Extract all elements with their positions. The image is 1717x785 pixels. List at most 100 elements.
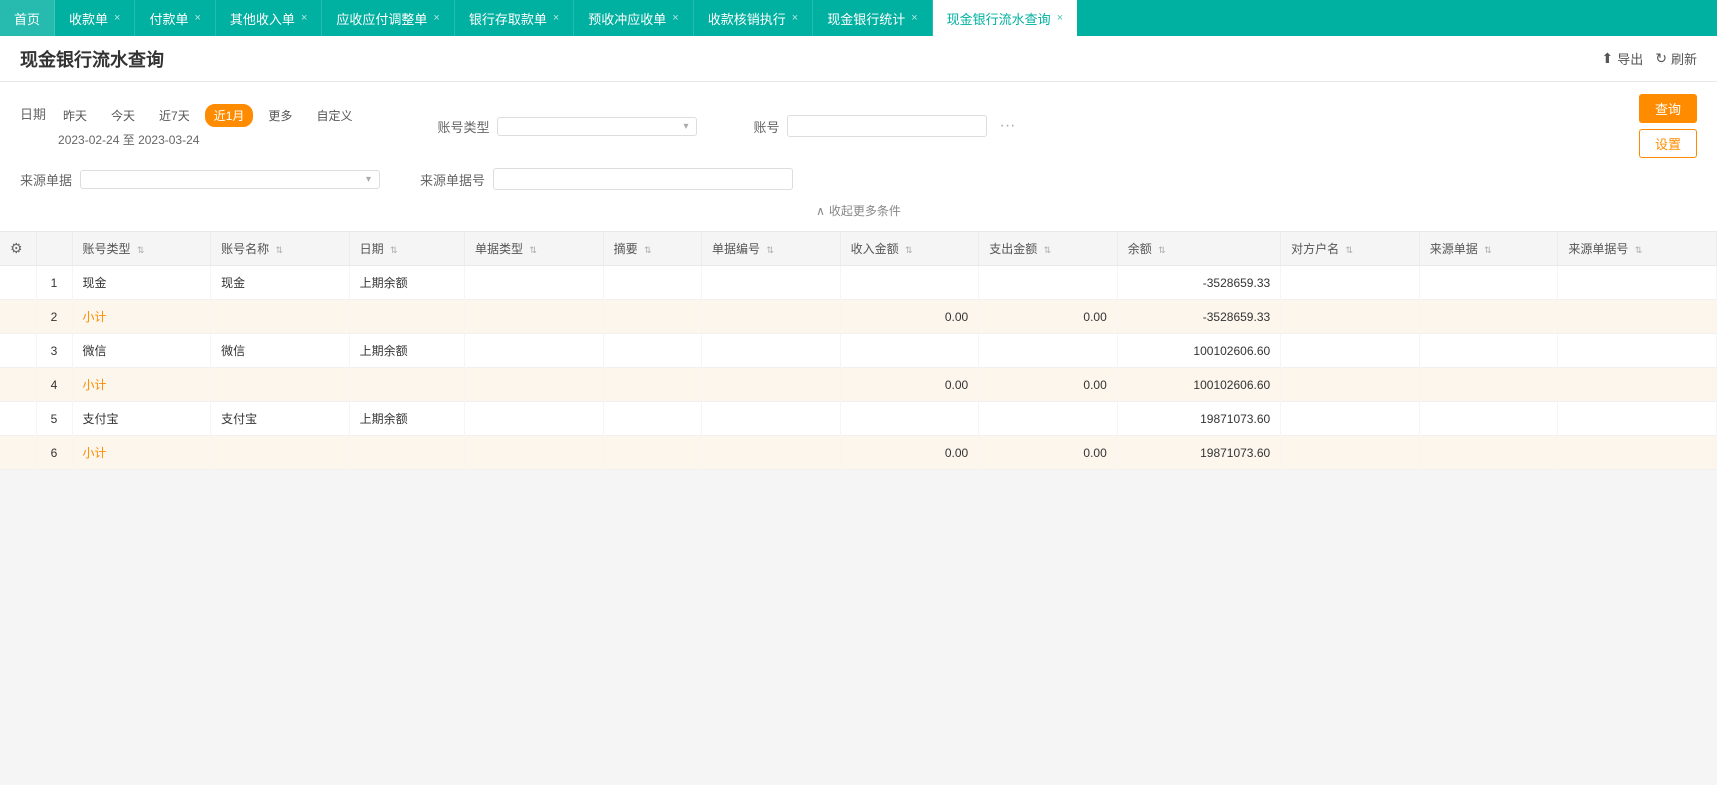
cell-doc-no bbox=[702, 266, 841, 300]
table-row: 1现金现金上期余额-3528659.33 bbox=[0, 266, 1717, 300]
cell-date: 上期余额 bbox=[349, 402, 464, 436]
cell-balance: 19871073.60 bbox=[1117, 436, 1280, 470]
cell-summary bbox=[603, 300, 701, 334]
cell-doc-type bbox=[465, 300, 604, 334]
export-icon: ⬆ bbox=[1602, 50, 1614, 67]
cell-account-type: 现金 bbox=[72, 266, 211, 300]
cell-expense: 0.00 bbox=[979, 300, 1118, 334]
nav-bank-deposit-close[interactable]: × bbox=[553, 12, 559, 24]
cell-summary bbox=[603, 334, 701, 368]
date-today[interactable]: 今天 bbox=[102, 104, 144, 127]
nav-cash-bank-stats-label: 现金银行统计 bbox=[827, 9, 905, 28]
cell-source-doc bbox=[1419, 368, 1558, 402]
cell-account-type: 小计 bbox=[72, 368, 211, 402]
cell-date bbox=[349, 368, 464, 402]
cell-source-doc bbox=[1419, 334, 1558, 368]
cell-source-doc-no bbox=[1558, 300, 1717, 334]
date-yesterday[interactable]: 昨天 bbox=[54, 104, 96, 127]
source-doc-no-label: 来源单据号 bbox=[420, 170, 485, 189]
col-doc-type: 单据类型 ⇅ bbox=[465, 232, 604, 266]
nav-payable-adjust[interactable]: 应收应付调整单 × bbox=[322, 0, 454, 36]
date-last7[interactable]: 近7天 bbox=[150, 104, 199, 127]
sort-account-name-icon[interactable]: ⇅ bbox=[275, 245, 283, 255]
col-date: 日期 ⇅ bbox=[349, 232, 464, 266]
sort-income-icon[interactable]: ⇅ bbox=[905, 245, 913, 255]
sort-summary-icon[interactable]: ⇅ bbox=[644, 245, 652, 255]
cell-date: 上期余额 bbox=[349, 334, 464, 368]
nav-pre-collection[interactable]: 预收冲应收单 × bbox=[574, 0, 693, 36]
gear-icon[interactable]: ⚙ bbox=[10, 240, 23, 256]
cell-income: 0.00 bbox=[840, 300, 979, 334]
nav-pre-collection-close[interactable]: × bbox=[672, 12, 678, 24]
nav-collection-exec-label: 收款核销执行 bbox=[708, 9, 786, 28]
source-doc-select[interactable]: ▾ bbox=[80, 170, 380, 189]
cell-source-doc bbox=[1419, 266, 1558, 300]
cell-source-doc bbox=[1419, 436, 1558, 470]
cell-summary bbox=[603, 436, 701, 470]
sort-doc-type-icon[interactable]: ⇅ bbox=[529, 245, 537, 255]
nav-payments[interactable]: 付款单 × bbox=[135, 0, 215, 36]
cell-source-doc-no bbox=[1558, 402, 1717, 436]
nav-cash-bank-stats-close[interactable]: × bbox=[911, 12, 917, 24]
query-button[interactable]: 查询 bbox=[1639, 94, 1697, 123]
cell-date bbox=[349, 436, 464, 470]
table-container: ⚙ 账号类型 ⇅ 账号名称 ⇅ 日期 ⇅ 单据类型 ⇅ bbox=[0, 232, 1717, 470]
cell-summary bbox=[603, 368, 701, 402]
header-actions: ⬆ 导出 ↻ 刷新 bbox=[1602, 49, 1698, 68]
date-custom[interactable]: 自定义 bbox=[307, 104, 361, 127]
cell-counterpart bbox=[1281, 402, 1420, 436]
account-type-arrow: ▾ bbox=[683, 121, 688, 132]
sort-source-doc-icon[interactable]: ⇅ bbox=[1484, 245, 1492, 255]
refresh-button[interactable]: ↻ 刷新 bbox=[1655, 49, 1697, 68]
cell-gear bbox=[0, 368, 36, 402]
col-expense: 支出金额 ⇅ bbox=[979, 232, 1118, 266]
cell-gear bbox=[0, 334, 36, 368]
sort-date-icon[interactable]: ⇅ bbox=[390, 245, 398, 255]
col-account-type: 账号类型 ⇅ bbox=[72, 232, 211, 266]
nav-other-income-close[interactable]: × bbox=[301, 12, 307, 24]
cell-doc-no bbox=[702, 300, 841, 334]
cell-num: 5 bbox=[36, 402, 72, 436]
nav-cash-bank-flow-close[interactable]: × bbox=[1057, 12, 1063, 24]
nav-receipts[interactable]: 收款单 × bbox=[55, 0, 135, 36]
collapse-bar[interactable]: ∧ 收起更多条件 bbox=[20, 198, 1697, 223]
col-source-doc-no: 来源单据号 ⇅ bbox=[1558, 232, 1717, 266]
cell-gear bbox=[0, 300, 36, 334]
source-doc-no-input[interactable] bbox=[493, 168, 793, 190]
account-type-select[interactable]: ▾ bbox=[497, 117, 697, 136]
cell-gear bbox=[0, 402, 36, 436]
sort-source-doc-no-icon[interactable]: ⇅ bbox=[1635, 245, 1643, 255]
cell-counterpart bbox=[1281, 436, 1420, 470]
nav-cash-bank-stats[interactable]: 现金银行统计 × bbox=[813, 0, 932, 36]
nav-collection-exec-close[interactable]: × bbox=[792, 12, 798, 24]
sort-balance-icon[interactable]: ⇅ bbox=[1158, 245, 1166, 255]
nav-collection-exec[interactable]: 收款核销执行 × bbox=[694, 0, 813, 36]
nav-home[interactable]: 首页 bbox=[0, 0, 55, 36]
nav-payable-adjust-close[interactable]: × bbox=[433, 12, 439, 24]
account-dots[interactable]: ··· bbox=[999, 117, 1015, 135]
sort-expense-icon[interactable]: ⇅ bbox=[1044, 245, 1052, 255]
cell-income bbox=[840, 334, 979, 368]
nav-payments-close[interactable]: × bbox=[194, 12, 200, 24]
sort-doc-no-icon[interactable]: ⇅ bbox=[766, 245, 774, 255]
table-row: 6小计0.000.0019871073.60 bbox=[0, 436, 1717, 470]
date-more[interactable]: 更多 bbox=[259, 104, 301, 127]
nav-cash-bank-flow[interactable]: 现金银行流水查询 × bbox=[933, 0, 1077, 36]
nav-other-income[interactable]: 其他收入单 × bbox=[216, 0, 322, 36]
filter-row-1: 日期 昨天 今天 近7天 近1月 更多 自定义 2023-02-24 至 202… bbox=[20, 94, 1697, 158]
nav-receipts-close[interactable]: × bbox=[114, 12, 120, 24]
cell-summary bbox=[603, 402, 701, 436]
sort-account-type-icon[interactable]: ⇅ bbox=[137, 245, 145, 255]
settings-button[interactable]: 设置 bbox=[1639, 129, 1697, 158]
cell-doc-no bbox=[702, 368, 841, 402]
col-gear: ⚙ bbox=[0, 232, 36, 266]
cell-income bbox=[840, 266, 979, 300]
sort-counterpart-icon[interactable]: ⇅ bbox=[1346, 245, 1354, 255]
nav-bank-deposit[interactable]: 银行存取款单 × bbox=[455, 0, 574, 36]
col-summary: 摘要 ⇅ bbox=[603, 232, 701, 266]
account-input[interactable] bbox=[787, 115, 987, 137]
export-button[interactable]: ⬆ 导出 bbox=[1602, 49, 1644, 68]
date-last1m[interactable]: 近1月 bbox=[205, 104, 254, 127]
table-body: 1现金现金上期余额-3528659.332小计0.000.00-3528659.… bbox=[0, 266, 1717, 470]
cell-source-doc-no bbox=[1558, 368, 1717, 402]
